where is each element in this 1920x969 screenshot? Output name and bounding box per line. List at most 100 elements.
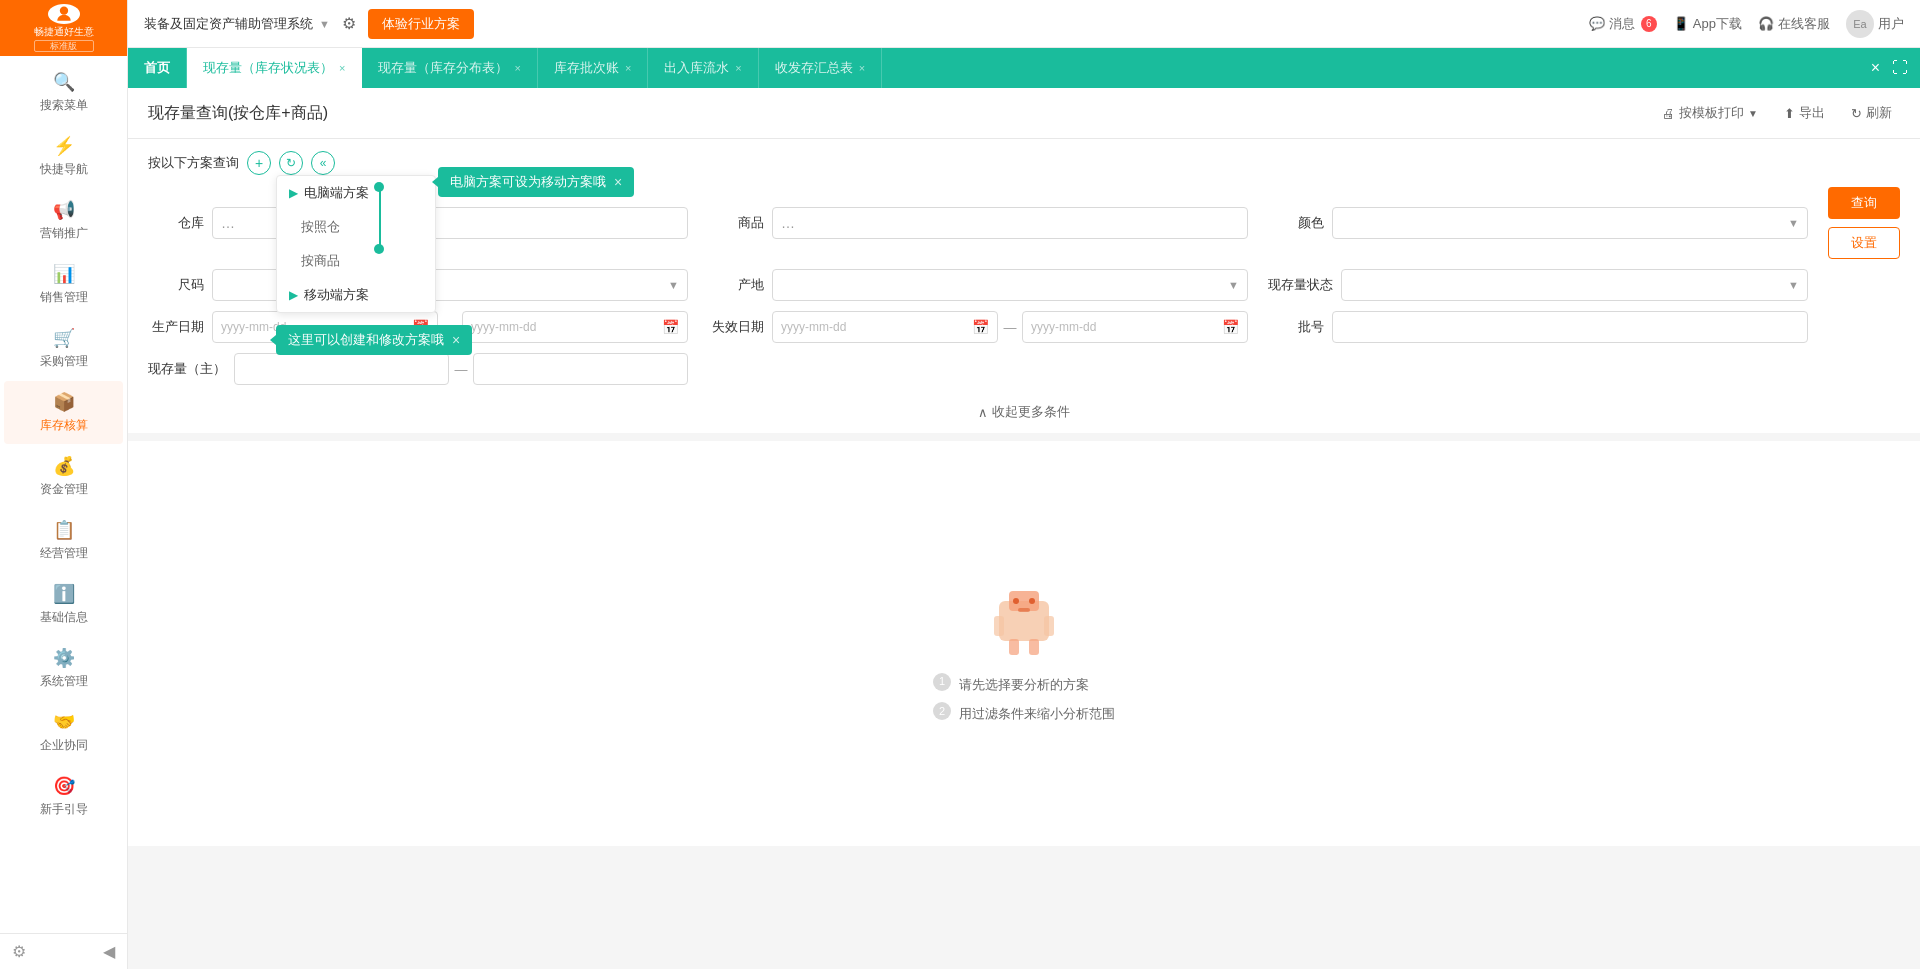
export-button[interactable]: ⬆ 导出 <box>1776 100 1833 126</box>
tab-close-icon[interactable]: × <box>514 62 520 74</box>
svg-rect-8 <box>1009 639 1019 655</box>
tab-inout-flow[interactable]: 出入库流水 × <box>648 48 758 88</box>
tab-close-icon[interactable]: × <box>625 62 631 74</box>
sidebar-item-sales[interactable]: 📊 销售管理 <box>4 253 123 316</box>
origin-input[interactable]: ▼ <box>772 269 1248 301</box>
tab-fullscreen-icon[interactable]: ⛶ <box>1888 55 1912 81</box>
filter-add-button[interactable]: + <box>247 151 271 175</box>
filter-field-color: 颜色 ▼ <box>1268 187 1808 259</box>
tab-close-all-icon[interactable]: × <box>1867 55 1884 81</box>
filter-collapse-button[interactable]: ∧ 收起更多条件 <box>148 395 1900 433</box>
sidebar-item-label: 系统管理 <box>40 673 88 690</box>
trial-button[interactable]: 体验行业方案 <box>368 9 474 39</box>
filter-field-batch: 批号 <box>1268 311 1808 343</box>
tab-inventory-dist[interactable]: 现存量（库存分布表） × <box>362 48 537 88</box>
color-input[interactable]: ▼ <box>1332 207 1808 239</box>
expire-date-end-placeholder: yyyy-mm-dd <box>1031 320 1096 334</box>
message-icon: 💬 <box>1589 16 1605 31</box>
warehouse-more-icon[interactable]: … <box>221 215 235 231</box>
sidebar-logo: 畅捷通好生意 标准版 <box>0 0 127 56</box>
tab-home[interactable]: 首页 <box>128 48 187 88</box>
inventory-icon: 📦 <box>53 391 75 413</box>
tab-inventory-status-label: 现存量（库存状况表） <box>203 59 333 77</box>
product-more-icon[interactable]: … <box>781 215 795 231</box>
operations-icon: 📋 <box>53 519 75 541</box>
quicknav-icon: ⚡ <box>53 135 75 157</box>
user-item[interactable]: Ea 用户 <box>1846 10 1904 38</box>
tooltip1-close-icon[interactable]: × <box>614 174 622 190</box>
tooltip2-close-icon[interactable]: × <box>452 332 460 348</box>
empty-text: 1 请先选择要分析的方案 2 用过滤条件来缩小分析范围 <box>933 673 1115 726</box>
sidebar-item-basics[interactable]: ℹ️ 基础信息 <box>4 573 123 636</box>
produce-date-end-cal-icon: 📅 <box>662 319 679 335</box>
search-icon: 🔍 <box>53 71 75 93</box>
tab-batch-account[interactable]: 库存批次账 × <box>538 48 648 88</box>
stock-main-min-input[interactable] <box>234 353 449 385</box>
sidebar-item-purchase[interactable]: 🛒 采购管理 <box>4 317 123 380</box>
status-input[interactable]: ▼ <box>1341 269 1808 301</box>
scheme-item-by-product[interactable]: 按商品 <box>277 244 435 278</box>
svg-rect-5 <box>1018 608 1030 612</box>
filter-field-product: 商品 … <box>708 187 1248 259</box>
stock-separator: — <box>453 362 469 377</box>
color-dropdown-icon: ▼ <box>1788 217 1799 229</box>
page-header: 现存量查询(按仓库+商品) 🖨 按模板打印 ▼ ⬆ 导出 ↻ 刷新 <box>128 88 1920 139</box>
sidebar-item-guide[interactable]: 🎯 新手引导 <box>4 765 123 828</box>
sidebar-nav: 🔍 搜索菜单 ⚡ 快捷导航 📢 营销推广 📊 销售管理 🛒 采购管理 📦 库存核… <box>0 56 127 933</box>
search-button[interactable]: 查询 <box>1828 187 1900 219</box>
sidebar-item-label: 销售管理 <box>40 289 88 306</box>
refresh-button[interactable]: ↻ 刷新 <box>1843 100 1900 126</box>
filter-field-status: 现存量状态 ▼ <box>1268 269 1808 301</box>
tab-inventory-dist-label: 现存量（库存分布表） <box>378 59 508 77</box>
print-button[interactable]: 🖨 按模板打印 ▼ <box>1654 100 1766 126</box>
print-chevron-icon: ▼ <box>1748 108 1758 119</box>
connect-line <box>379 187 381 247</box>
sidebar-item-finance[interactable]: 💰 资金管理 <box>4 445 123 508</box>
product-input[interactable]: … <box>772 207 1248 239</box>
tab-bar: 首页 现存量（库存状况表） × 现存量（库存分布表） × 库存批次账 × 出入库… <box>128 48 1920 88</box>
tab-recv-summary-label: 收发存汇总表 <box>775 59 853 77</box>
color-label: 颜色 <box>1268 214 1324 232</box>
expire-date-end-input[interactable]: yyyy-mm-dd 📅 <box>1022 311 1248 343</box>
reset-button[interactable]: 设置 <box>1828 227 1900 259</box>
basics-icon: ℹ️ <box>53 583 75 605</box>
guide-icon: 🎯 <box>53 775 75 797</box>
empty-state-container: 1 请先选择要分析的方案 2 用过滤条件来缩小分析范围 <box>128 441 1920 846</box>
enterprise-icon: 🤝 <box>53 711 75 733</box>
expire-date-start-placeholder: yyyy-mm-dd <box>781 320 846 334</box>
scheme-item-by-warehouse[interactable]: 按照仓 <box>277 210 435 244</box>
filter-back-button[interactable]: « <box>311 151 335 175</box>
system-icon: ⚙️ <box>53 647 75 669</box>
product-label: 商品 <box>708 214 764 232</box>
online-service-item[interactable]: 🎧 在线客服 <box>1758 15 1830 33</box>
sidebar-item-quicknav[interactable]: ⚡ 快捷导航 <box>4 125 123 188</box>
connect-dot-2 <box>374 244 384 254</box>
message-item[interactable]: 💬 消息 6 <box>1589 15 1657 33</box>
tab-close-icon[interactable]: × <box>339 62 345 74</box>
collapse-sidebar-icon[interactable]: ◀ <box>103 942 115 961</box>
tab-close-icon[interactable]: × <box>859 62 865 74</box>
svg-point-4 <box>1029 598 1035 604</box>
sidebar-item-marketing[interactable]: 📢 营销推广 <box>4 189 123 252</box>
app-download-item[interactable]: 📱 App下载 <box>1673 15 1742 33</box>
sidebar-item-operations[interactable]: 📋 经营管理 <box>4 509 123 572</box>
produce-date-end-input[interactable]: yyyy-mm-dd 📅 <box>462 311 688 343</box>
stock-main-max-input[interactable] <box>473 353 688 385</box>
page-title: 现存量查询(按仓库+商品) <box>148 103 328 124</box>
sales-icon: 📊 <box>53 263 75 285</box>
settings-footer-icon[interactable]: ⚙ <box>12 942 26 961</box>
settings-gear-icon[interactable]: ⚙ <box>342 14 356 33</box>
sidebar-item-inventory[interactable]: 📦 库存核算 <box>4 381 123 444</box>
sidebar-item-system[interactable]: ⚙️ 系统管理 <box>4 637 123 700</box>
tab-close-icon[interactable]: × <box>735 62 741 74</box>
tab-recv-summary[interactable]: 收发存汇总表 × <box>759 48 882 88</box>
filter-section: 按以下方案查询 + ↻ « ▶ 电脑端方案 按照仓 按商品 ▶ 移动端方案 <box>128 139 1920 433</box>
expire-date-start-input[interactable]: yyyy-mm-dd 📅 <box>772 311 998 343</box>
filter-refresh-button[interactable]: ↻ <box>279 151 303 175</box>
sidebar-item-enterprise[interactable]: 🤝 企业协同 <box>4 701 123 764</box>
tab-inventory-status[interactable]: 现存量（库存状况表） × <box>187 48 362 88</box>
sidebar-item-search[interactable]: 🔍 搜索菜单 <box>4 61 123 124</box>
sidebar-item-label: 搜索菜单 <box>40 97 88 114</box>
page-actions: 🖨 按模板打印 ▼ ⬆ 导出 ↻ 刷新 <box>1654 100 1900 126</box>
batch-input[interactable] <box>1332 311 1808 343</box>
